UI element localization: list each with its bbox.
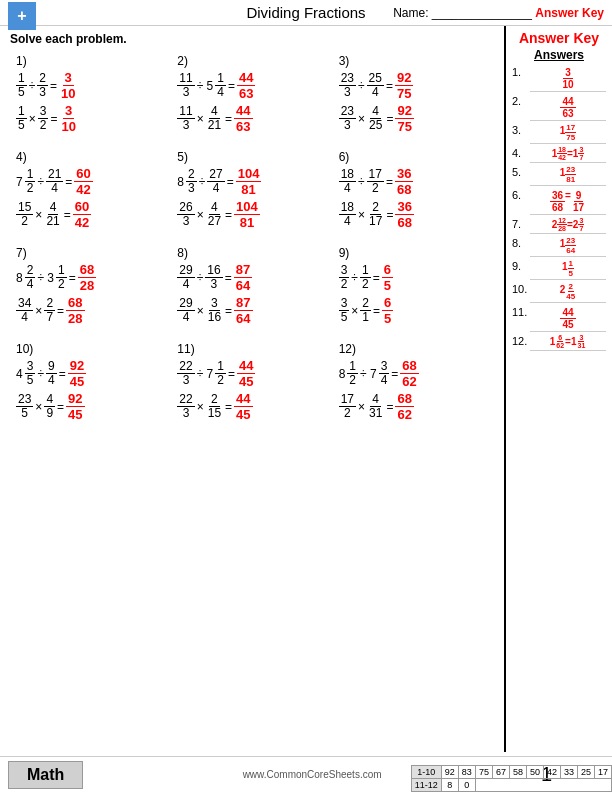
- answer-8: 8. 1 23 64: [512, 237, 606, 257]
- problem-5: 5) 8 23 ÷ 274 = 10481 263 × 427 = 10481: [171, 146, 332, 242]
- answer-2: 2. 44 63: [512, 95, 606, 121]
- answer-3: 3. 1 17 75: [512, 124, 606, 144]
- main-container: Solve each problem. 1) 15 ÷ 23 = 310 15 …: [0, 26, 612, 752]
- answer-7: 7. 2 12 28 =2 3 7: [512, 218, 606, 234]
- answer-key-title: Answer Key: [512, 30, 606, 46]
- answer-9: 9. 1 1 5: [512, 260, 606, 280]
- problem-7: 7) 8 24 ÷ 3 12 = 6828 344 × 27 = 6828: [10, 242, 171, 338]
- answer-10: 10. 2 2 45: [512, 283, 606, 303]
- page-title: Dividing Fractions: [246, 4, 365, 21]
- answer-1: 1. 3 10: [512, 66, 606, 92]
- problem-3: 3) 233 ÷ 254 = 9275 233 × 425 = 9275: [333, 50, 494, 146]
- score-table: 1-10 92 83 75 67 58 50 42 33 25 17 11-12…: [411, 765, 612, 792]
- problem-9: 9) 32 ÷ 12 = 65 35 × 21 = 65: [333, 242, 494, 338]
- problem-1: 1) 15 ÷ 23 = 310 15 × 32 = 310: [10, 50, 171, 146]
- problem-6: 6) 184 ÷ 172 = 3668 184 × 217 = 3668: [333, 146, 494, 242]
- answer-12: 12. 1 6 62 =1 3 31: [512, 335, 606, 351]
- problems-area: Solve each problem. 1) 15 ÷ 23 = 310 15 …: [0, 26, 504, 752]
- footer: Math www.CommonCoreSheets.com 1 1-10 92 …: [0, 756, 612, 792]
- problem-4: 4) 7 12 ÷ 214 = 6042 152 × 421 = 6042: [10, 146, 171, 242]
- problem-2: 2) 113 ÷ 5 14 = 4463 113 × 421 = 4463: [171, 50, 332, 146]
- problem-10: 10) 4 35 ÷ 94 = 9245 235 × 49 = 9245: [10, 338, 171, 434]
- math-label: Math: [8, 761, 83, 789]
- answer-6: 6. 36 68 = 9 17: [512, 189, 606, 215]
- answer-key-sidebar: Answer Key Answers 1. 3 10 2. 44 63: [504, 26, 612, 752]
- name-label: Name: _______________ Answer Key: [393, 6, 604, 20]
- problem-12: 12) 8 12 ÷ 7 34 = 6862 172 × 431 = 6862: [333, 338, 494, 434]
- problem-8: 8) 294 ÷ 163 = 8764 294 × 316 = 8764: [171, 242, 332, 338]
- problems-grid: 1) 15 ÷ 23 = 310 15 × 32 = 310 2): [10, 50, 494, 434]
- header: + Dividing Fractions Name: _____________…: [0, 0, 612, 26]
- answer-11: 11. 44 45: [512, 306, 606, 332]
- answer-4: 4. 1 18 42 =1 3 7: [512, 147, 606, 163]
- answer-5: 5. 1 23 81: [512, 166, 606, 186]
- instructions: Solve each problem.: [10, 32, 494, 46]
- problem-11: 11) 223 ÷ 7 12 = 4445 223 × 215 = 4445: [171, 338, 332, 434]
- answers-header: Answers: [512, 48, 606, 62]
- score-table-container: 1-10 92 83 75 67 58 50 42 33 25 17 11-12…: [411, 765, 612, 792]
